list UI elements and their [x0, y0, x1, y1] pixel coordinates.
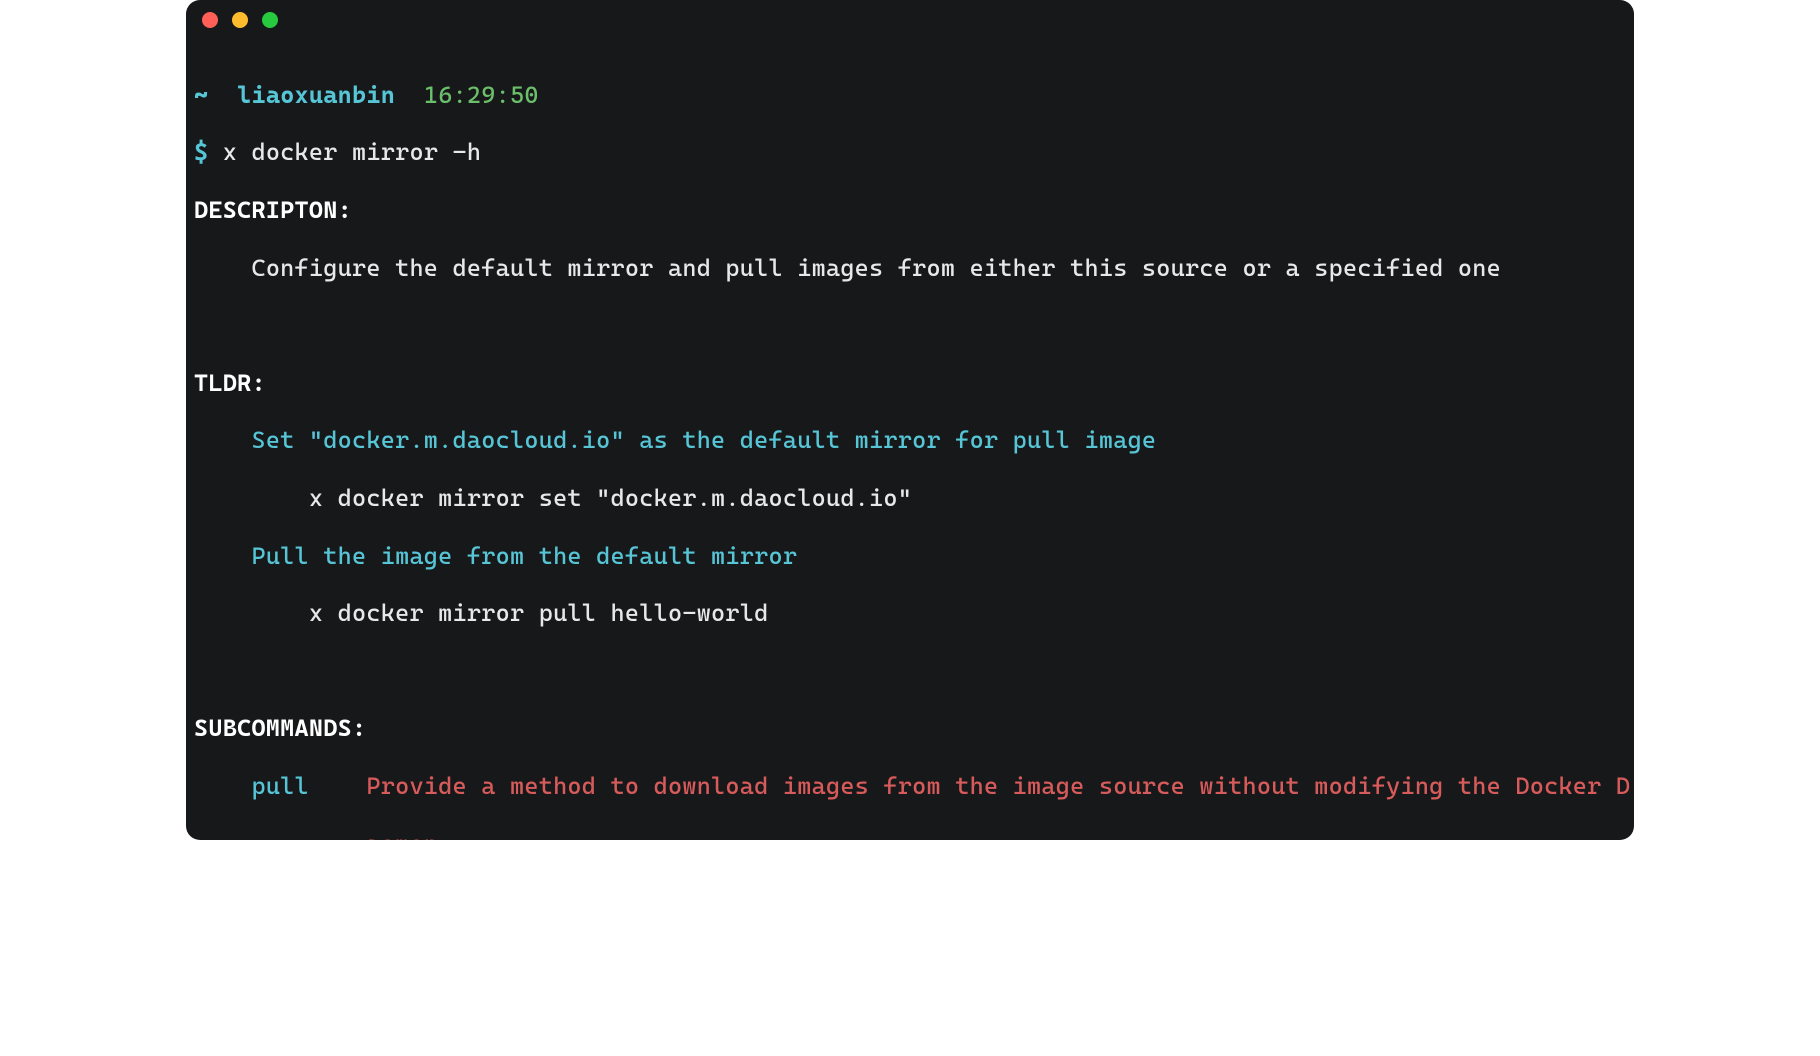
- tldr-item-1-title: Set "docker.m.daocloud.io" as the defaul…: [194, 426, 1626, 455]
- tldr-item-2-title: Pull the image from the default mirror: [194, 542, 1626, 571]
- subcommand-name: pull: [251, 772, 308, 800]
- minimize-icon[interactable]: [232, 12, 248, 28]
- subcommand-pull: pull Provide a method to download images…: [194, 772, 1626, 801]
- prompt-dollar: $: [194, 138, 208, 166]
- tldr-item-2-cmd: x docker mirror pull hello-world: [194, 599, 1626, 628]
- prompt-time: 16:29:50: [424, 81, 539, 109]
- prompt-tilde: ~: [194, 81, 208, 109]
- subcommands-header: SUBCOMMANDS:: [194, 714, 1626, 743]
- tldr-item-1-cmd: x docker mirror set "docker.m.daocloud.i…: [194, 484, 1626, 513]
- description-text: Configure the default mirror and pull im…: [194, 254, 1626, 283]
- command-line-1: $ x docker mirror -h: [194, 138, 1626, 167]
- prompt-line-1: ~ liaoxuanbin 16:29:50: [194, 81, 1626, 110]
- blank-line: [194, 657, 1626, 686]
- subcommand-desc: Provide a method to download images from…: [366, 772, 1630, 800]
- titlebar: [186, 0, 1634, 40]
- tldr-header: TLDR:: [194, 369, 1626, 398]
- blank-line: [194, 311, 1626, 340]
- terminal-window[interactable]: ~ liaoxuanbin 16:29:50 $ x docker mirror…: [186, 0, 1634, 840]
- command-text: x docker mirror -h: [223, 138, 482, 166]
- terminal-content[interactable]: ~ liaoxuanbin 16:29:50 $ x docker mirror…: [186, 40, 1634, 840]
- description-header: DESCRIPTON:: [194, 196, 1626, 225]
- maximize-icon[interactable]: [262, 12, 278, 28]
- subcommand-pull-cont: aemon.: [194, 830, 1626, 840]
- prompt-user: liaoxuanbin: [237, 81, 395, 109]
- close-icon[interactable]: [202, 12, 218, 28]
